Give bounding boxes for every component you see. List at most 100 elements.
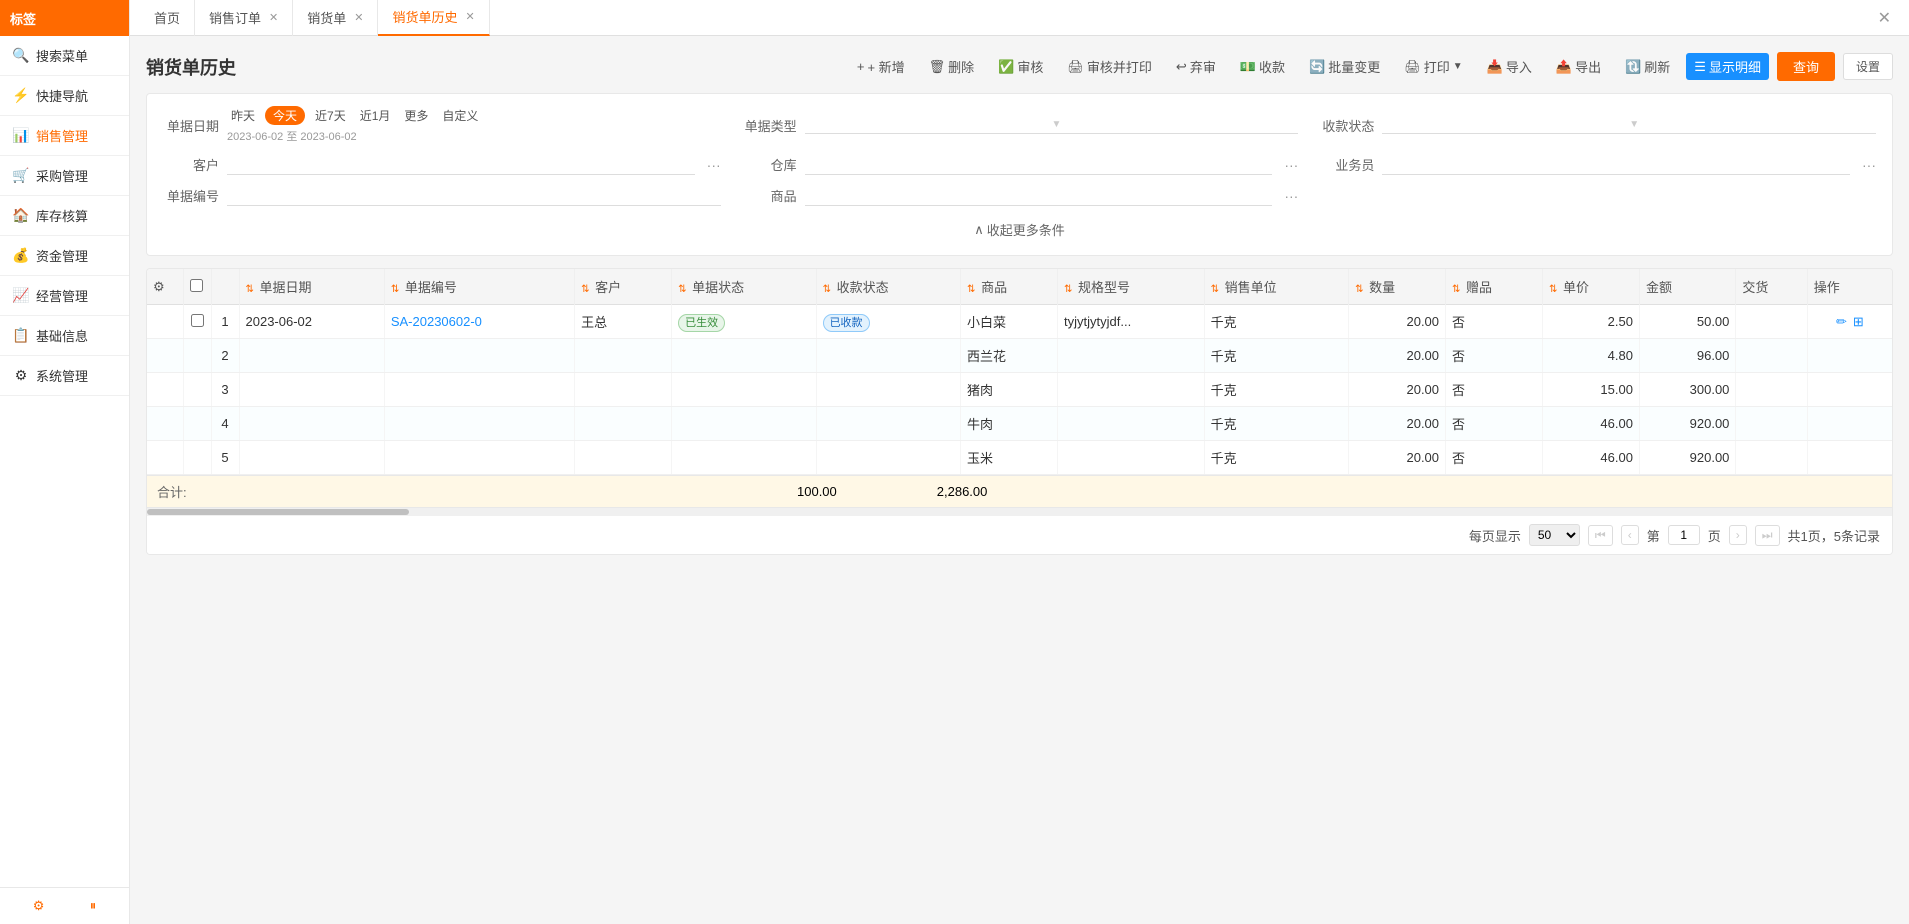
row-doc-number-4[interactable] [384,441,574,475]
col-doc-status[interactable]: ⇅ 单据状态 [672,269,816,305]
sidebar-item-sales-mgmt[interactable]: 📊 销售管理 [0,116,129,156]
tab-sales-delivery-close[interactable]: ✕ [354,11,363,24]
doc-number-link-0[interactable]: SA-20230602-0 [391,314,482,329]
discard-button[interactable]: ↩ 弃审 [1168,53,1224,80]
row-doc-number-3[interactable] [384,407,574,441]
collect-icon: 💵 [1240,59,1256,75]
edit-icon-0[interactable]: ✏ [1836,314,1847,329]
goods-dots[interactable]: ··· [1284,188,1298,204]
audit-button[interactable]: ✅ 审核 [990,53,1051,80]
sidebar-item-label: 资金管理 [36,246,88,265]
row-checkbox-3[interactable] [183,407,211,441]
doc-number-input[interactable] [227,185,721,206]
sidebar-footer-collapse-icon[interactable]: ⏸ [90,898,97,914]
new-button[interactable]: + + 新增 [849,53,913,80]
sidebar-item-inventory[interactable]: 🏠 库存核算 [0,196,129,236]
tab-sales-delivery[interactable]: 销货单 ✕ [293,0,378,36]
col-goods[interactable]: ⇅ 商品 [961,269,1058,305]
date-btn-today[interactable]: 今天 [265,106,305,125]
page-size-select[interactable]: 50 100 200 [1529,524,1580,546]
row-checkbox-1[interactable] [183,339,211,373]
col-doc-date[interactable]: ⇅ 单据日期 [239,269,384,305]
row-check-0[interactable] [191,314,204,327]
sidebar-item-basic-info[interactable]: 📋 基础信息 [0,316,129,356]
customer-dots[interactable]: ··· [707,157,721,173]
salesperson-input[interactable] [1382,154,1850,175]
date-btn-1month[interactable]: 近1月 [356,106,395,125]
goods-input[interactable] [805,185,1273,206]
row-doc-number-1[interactable] [384,339,574,373]
col-unit-price[interactable]: ⇅ 单价 [1542,269,1639,305]
date-btn-7days[interactable]: 近7天 [311,106,350,125]
query-button[interactable]: 查询 [1777,52,1835,81]
discard-icon: ↩ [1176,59,1187,75]
close-all-tabs[interactable]: ✕ [1870,8,1899,28]
filter-doc-number: 单据编号 [163,185,721,206]
sidebar-item-purchase-mgmt[interactable]: 🛒 采购管理 [0,156,129,196]
view-icon-0[interactable]: ⊞ [1853,314,1864,329]
doc-type-select[interactable]: ▼ [805,116,1299,134]
tab-sales-order-close[interactable]: ✕ [269,11,278,24]
salesperson-dots[interactable]: ··· [1862,157,1876,173]
sidebar-item-search-menu[interactable]: 🔍 搜索菜单 [0,36,129,76]
col-collect-status[interactable]: ⇅ 收款状态 [816,269,960,305]
export-button[interactable]: 📤 导出 [1548,53,1609,80]
col-collect-status-sort-icon: ⇅ [823,284,831,295]
col-doc-number[interactable]: ⇅ 单据编号 [384,269,574,305]
row-checkbox-4[interactable] [183,441,211,475]
horizontal-scrollbar[interactable] [147,507,1892,515]
sidebar-item-operations[interactable]: 📈 经营管理 [0,276,129,316]
date-btn-custom[interactable]: 自定义 [438,106,482,125]
col-spec-type[interactable]: ⇅ 规格型号 [1058,269,1205,305]
tab-sales-history[interactable]: 销货单历史 ✕ [378,0,489,36]
refresh-button[interactable]: 🔃 刷新 [1617,53,1678,80]
page-number-input[interactable] [1668,525,1700,545]
collect-status-select[interactable]: ▼ [1382,116,1876,134]
col-sales-unit[interactable]: ⇅ 销售单位 [1204,269,1348,305]
warehouse-input[interactable] [805,154,1273,175]
audit-print-button[interactable]: 🖨 审核并打印 [1059,53,1160,80]
date-btn-more[interactable]: 更多 [400,106,432,125]
col-settings[interactable]: ⚙ [147,269,183,305]
col-gift[interactable]: ⇅ 赠品 [1446,269,1543,305]
date-btn-yesterday[interactable]: 昨天 [227,106,259,125]
tab-sales-history-close[interactable]: ✕ [466,10,475,23]
footer-total-amount: 2,286.00 [937,484,988,499]
show-detail-button[interactable]: ☰ 显示明细 [1686,53,1769,80]
scrollbar-thumb[interactable] [147,509,409,515]
row-spec-type-3 [1058,407,1205,441]
filter-settings-button[interactable]: 设置 [1843,53,1893,80]
prev-page-button[interactable]: ‹ [1621,525,1639,545]
first-page-button[interactable]: ⏮ [1588,525,1613,546]
row-checkbox-2[interactable] [183,373,211,407]
warehouse-dots[interactable]: ··· [1284,157,1298,173]
last-page-button[interactable]: ⏭ [1755,525,1780,546]
col-quantity[interactable]: ⇅ 数量 [1349,269,1446,305]
customer-input[interactable] [227,154,695,175]
sidebar-footer-settings-icon[interactable]: ⚙ [33,898,45,914]
warehouse-label: 仓库 [741,155,797,174]
row-doc-number-2[interactable] [384,373,574,407]
row-transaction-1 [1736,339,1807,373]
col-customer[interactable]: ⇅ 客户 [575,269,672,305]
row-doc-date-0: 2023-06-02 [239,305,384,339]
select-all-checkbox[interactable] [190,279,203,292]
import-button[interactable]: 📥 导入 [1479,53,1540,80]
table-row: 4 牛肉 千克 20.00 否 46.00 920.00 [147,407,1892,441]
row-doc-number-0[interactable]: SA-20230602-0 [384,305,574,339]
sidebar-item-finance[interactable]: 💰 资金管理 [0,236,129,276]
sidebar-item-sys-mgmt[interactable]: ⚙ 系统管理 [0,356,129,396]
collapse-button[interactable]: ∧ 收起更多条件 [163,216,1876,243]
print-button[interactable]: 🖨 打印 ▼ [1396,53,1470,80]
col-checkbox[interactable] [183,269,211,305]
sidebar-item-quick-nav[interactable]: ⚡ 快捷导航 [0,76,129,116]
tab-home[interactable]: 首页 [140,0,195,36]
inventory-icon: 🏠 [12,207,30,224]
tab-sales-order[interactable]: 销售订单 ✕ [195,0,293,36]
next-page-button[interactable]: › [1729,525,1747,545]
batch-change-button[interactable]: 🔄 批量变更 [1301,53,1388,80]
row-unit-price-4: 46.00 [1542,441,1639,475]
row-checkbox-0[interactable] [183,305,211,339]
delete-button[interactable]: 🗑 删除 [921,53,983,80]
collect-button[interactable]: 💵 收款 [1232,53,1293,80]
